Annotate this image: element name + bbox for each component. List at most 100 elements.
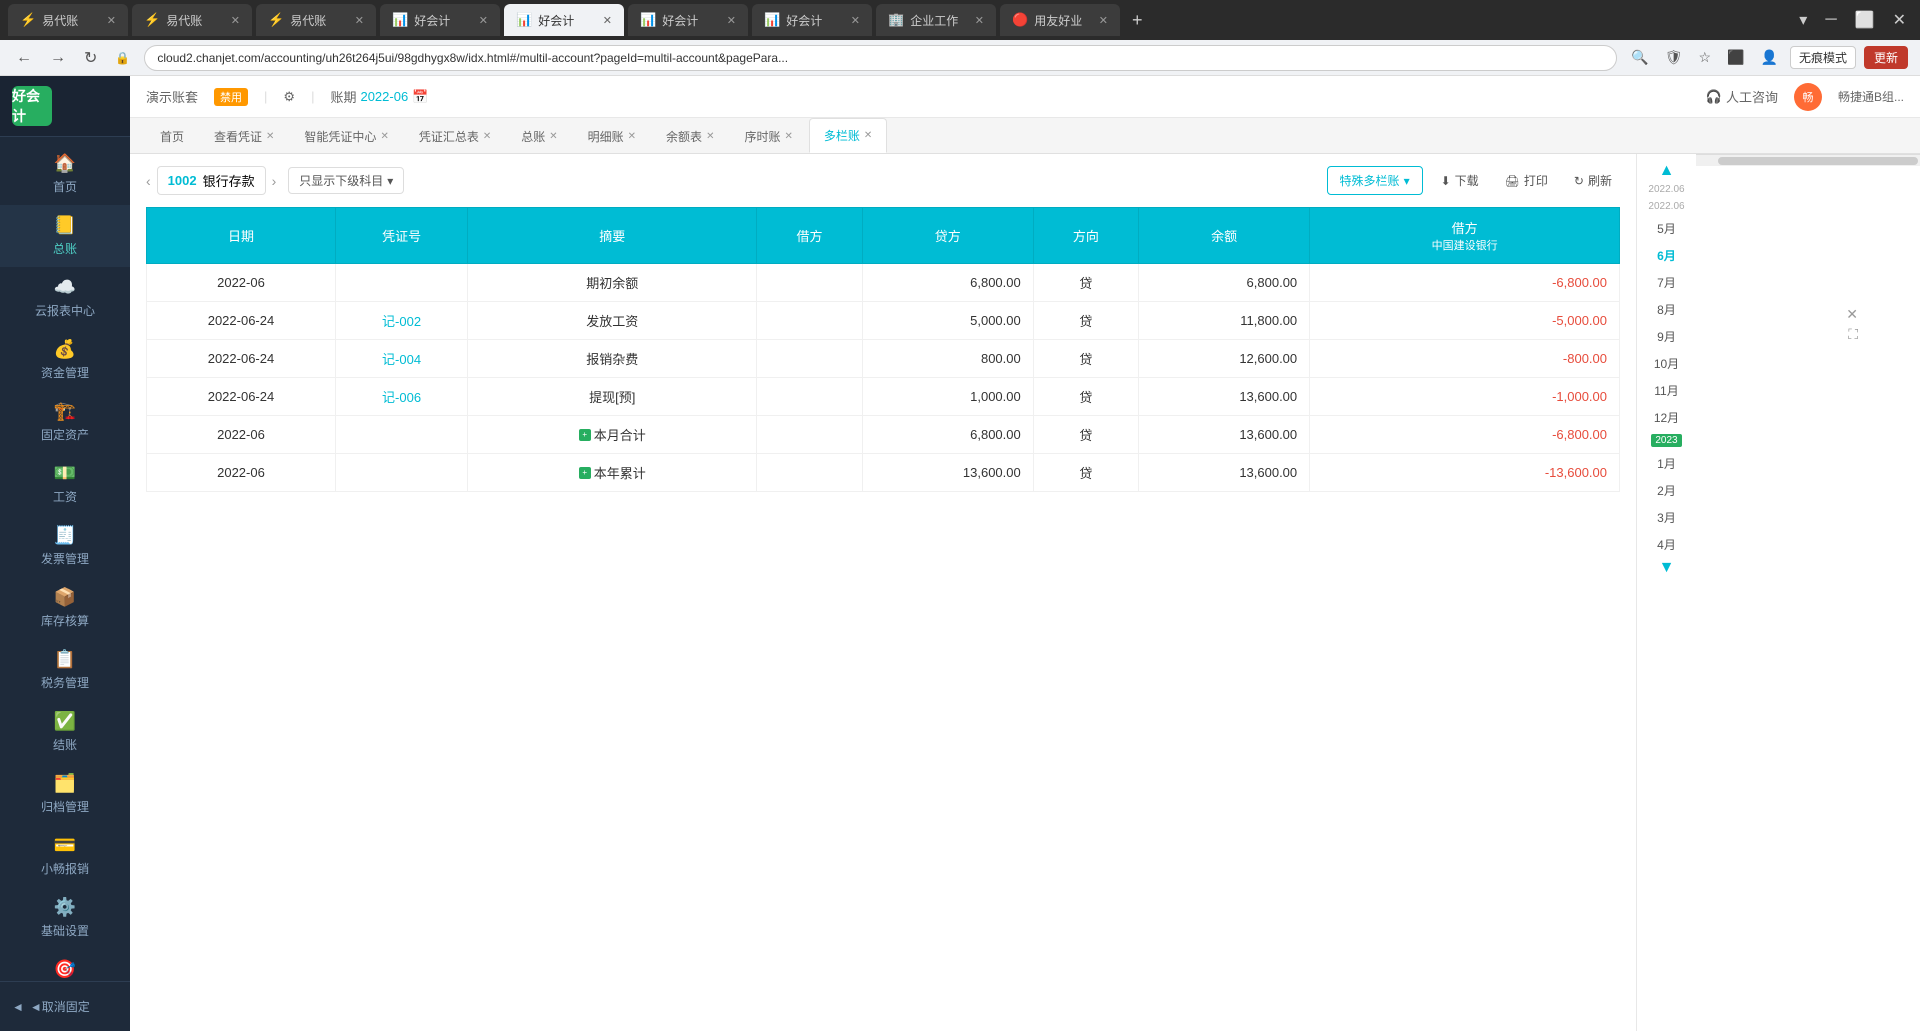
- table-cell[interactable]: 记-004: [335, 340, 467, 378]
- incognito-mode-btn[interactable]: 无痕模式: [1790, 46, 1856, 69]
- close-panel-btn[interactable]: ✕: [1846, 306, 1858, 323]
- tab-2[interactable]: ⚡ 易代账 ✕: [132, 4, 252, 36]
- month-feb[interactable]: 2月: [1637, 478, 1696, 503]
- print-btn[interactable]: 🖨 打印: [1497, 167, 1556, 194]
- sidebar-item-archive[interactable]: 🗂️ 归档管理: [0, 763, 130, 825]
- update-btn[interactable]: 更新: [1864, 46, 1908, 69]
- star-icon[interactable]: ☆: [1695, 49, 1716, 66]
- close-journal-tab[interactable]: ✕: [784, 131, 792, 142]
- month-jan[interactable]: 1月: [1637, 451, 1696, 476]
- month-nov[interactable]: 11月: [1637, 378, 1696, 403]
- sidebar-item-tax[interactable]: 📋 税务管理: [0, 639, 130, 701]
- sidebar-item-guide[interactable]: 🎯 新手引导: [0, 949, 130, 981]
- panel-up-btn[interactable]: ▲: [1659, 162, 1675, 180]
- user-avatar[interactable]: 畅: [1794, 83, 1822, 111]
- tab-4[interactable]: 📊 好会计 ✕: [380, 4, 500, 36]
- tab-6[interactable]: 📊 好会计 ✕: [628, 4, 748, 36]
- back-btn[interactable]: ←: [12, 49, 36, 67]
- close-tab-2[interactable]: ✕: [231, 14, 240, 27]
- add-tab-button[interactable]: +: [1124, 10, 1151, 31]
- table-cell[interactable]: 记-002: [335, 302, 467, 340]
- sidebar-item-expense[interactable]: 💳 小畅报销: [0, 825, 130, 887]
- next-account-btn[interactable]: ›: [272, 173, 277, 189]
- close-voucher-summary-tab[interactable]: ✕: [483, 131, 491, 142]
- filter-subcategory-btn[interactable]: 只显示下级科目 ▾: [288, 167, 404, 194]
- profile-icon[interactable]: 👤: [1757, 49, 1782, 66]
- forward-btn[interactable]: →: [46, 49, 70, 67]
- page-tab-detail-ledger[interactable]: 明细账 ✕: [574, 120, 650, 153]
- close-vouchers-tab[interactable]: ✕: [266, 131, 274, 142]
- shield-icon[interactable]: 🛡: [1661, 49, 1687, 66]
- month-july[interactable]: 7月: [1637, 270, 1696, 295]
- special-multi-column-btn[interactable]: 特殊多栏账 ▾: [1327, 166, 1423, 195]
- sidebar-item-fixed-assets[interactable]: 🏗️ 固定资产: [0, 391, 130, 453]
- sidebar-item-ledger[interactable]: 📒 总账: [0, 205, 130, 267]
- page-tab-balance[interactable]: 余额表 ✕: [652, 120, 728, 153]
- horizontal-scrollbar[interactable]: [1696, 154, 1920, 166]
- close-general-ledger-tab[interactable]: ✕: [549, 131, 557, 142]
- month-mar[interactable]: 3月: [1637, 505, 1696, 530]
- sidebar-toggle-icon[interactable]: ⬛: [1723, 49, 1748, 66]
- maximize-btn[interactable]: ⬜: [1849, 10, 1881, 30]
- month-oct[interactable]: 10月: [1637, 351, 1696, 376]
- close-tab-5[interactable]: ✕: [603, 14, 612, 27]
- month-aug[interactable]: 8月: [1637, 297, 1696, 322]
- help-btn[interactable]: 🎧 人工咨询: [1706, 87, 1778, 106]
- sidebar-item-payroll[interactable]: 💵 工资: [0, 453, 130, 515]
- account-selector[interactable]: 1002 银行存款: [157, 166, 266, 195]
- sidebar-item-settings[interactable]: ⚙️ 基础设置: [0, 887, 130, 949]
- sidebar-item-funds[interactable]: 💰 资金管理: [0, 329, 130, 391]
- panel-down-btn[interactable]: ▼: [1659, 559, 1675, 577]
- unpin-sidebar-btn[interactable]: ◄ ◄取消固定: [0, 990, 130, 1023]
- sidebar-item-invoice[interactable]: 🧾 发票管理: [0, 515, 130, 577]
- close-tab-8[interactable]: ✕: [975, 14, 984, 27]
- tab-3[interactable]: ⚡ 易代账 ✕: [256, 4, 376, 36]
- settings-btn[interactable]: ⚙: [283, 89, 295, 105]
- close-balance-tab[interactable]: ✕: [706, 131, 714, 142]
- close-smart-vouchers-tab[interactable]: ✕: [380, 131, 388, 142]
- url-input[interactable]: cloud2.chanjet.com/accounting/uh26t264j5…: [144, 45, 1617, 71]
- sidebar-item-close-books[interactable]: ✅ 结账: [0, 701, 130, 763]
- close-multi-column-tab[interactable]: ✕: [864, 130, 872, 141]
- period-selector[interactable]: 账期 2022-06 📅: [330, 87, 428, 106]
- download-btn[interactable]: ⬇ 下载: [1433, 167, 1487, 194]
- page-tab-voucher-summary[interactable]: 凭证汇总表 ✕: [405, 120, 505, 153]
- refresh-btn[interactable]: ↻: [80, 48, 101, 68]
- search-icon[interactable]: 🔍: [1627, 49, 1652, 66]
- close-tab-7[interactable]: ✕: [851, 14, 860, 27]
- tab-8[interactable]: 🏢 企业工作 ✕: [876, 4, 996, 36]
- sidebar-item-home[interactable]: 🏠 首页: [0, 143, 130, 205]
- close-tab-9[interactable]: ✕: [1099, 14, 1108, 27]
- month-may[interactable]: 5月: [1637, 216, 1696, 241]
- tab-list-btn[interactable]: ▾: [1793, 10, 1813, 30]
- close-tab-6[interactable]: ✕: [727, 14, 736, 27]
- col-debit: 借方: [757, 208, 862, 264]
- month-june[interactable]: 6月: [1637, 243, 1696, 268]
- close-detail-ledger-tab[interactable]: ✕: [628, 131, 636, 142]
- minimize-btn[interactable]: ─: [1819, 11, 1842, 29]
- page-tab-journal[interactable]: 序时账 ✕: [730, 120, 806, 153]
- page-tab-multi-column[interactable]: 多栏账 ✕: [809, 118, 887, 153]
- page-tab-vouchers[interactable]: 查看凭证 ✕: [200, 120, 288, 153]
- sidebar-item-inventory[interactable]: 📦 库存核算: [0, 577, 130, 639]
- close-tab-4[interactable]: ✕: [479, 14, 488, 27]
- close-tab-1[interactable]: ✕: [107, 14, 116, 27]
- tab-5-active[interactable]: 📊 好会计 ✕: [504, 4, 624, 36]
- table-cell[interactable]: 记-006: [335, 378, 467, 416]
- tab-9[interactable]: 🔴 用友好业 ✕: [1000, 4, 1120, 36]
- page-tab-smart-vouchers[interactable]: 智能凭证中心 ✕: [290, 120, 402, 153]
- close-window-btn[interactable]: ✕: [1887, 10, 1912, 30]
- page-tab-general-ledger[interactable]: 总账 ✕: [507, 120, 571, 153]
- expand-panel-btn[interactable]: ⛶: [1848, 326, 1858, 343]
- page-tab-home[interactable]: 首页: [146, 120, 198, 153]
- month-apr[interactable]: 4月: [1637, 532, 1696, 557]
- refresh-ledger-btn[interactable]: ↻ 刷新: [1566, 167, 1620, 194]
- prev-account-btn[interactable]: ‹: [146, 173, 151, 189]
- close-tab-3[interactable]: ✕: [355, 14, 364, 27]
- tab-7[interactable]: 📊 好会计 ✕: [752, 4, 872, 36]
- sidebar-item-cloud-reports[interactable]: ☁️ 云报表中心: [0, 267, 130, 329]
- tab-1[interactable]: ⚡ 易代账 ✕: [8, 4, 128, 36]
- month-sep[interactable]: 9月: [1637, 324, 1696, 349]
- scrollbar-thumb[interactable]: [1718, 157, 1918, 165]
- month-dec[interactable]: 12月: [1637, 405, 1696, 430]
